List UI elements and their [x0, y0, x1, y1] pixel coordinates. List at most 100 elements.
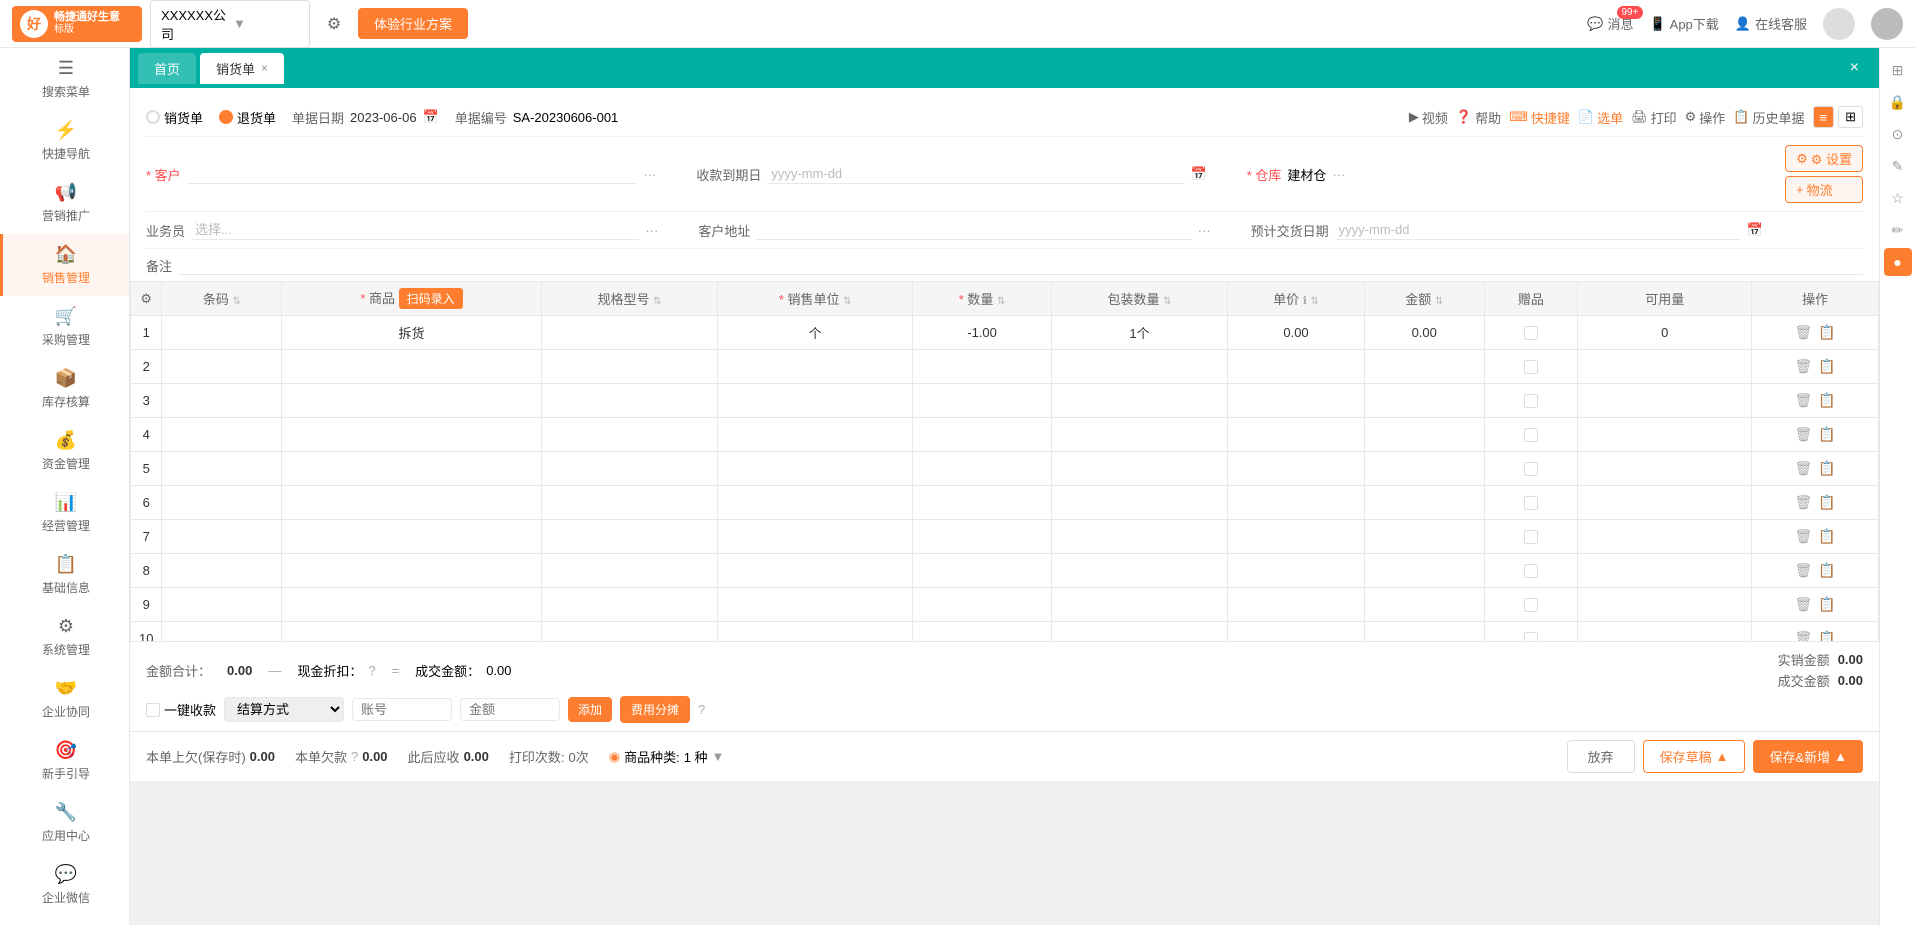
delete-icon[interactable]: 🗑 — [1795, 630, 1813, 641]
delete-icon[interactable]: 🗑 — [1795, 426, 1813, 443]
right-panel-btn-4[interactable]: ✎ — [1884, 152, 1912, 180]
cell-gift[interactable] — [1484, 316, 1578, 350]
radio-sales-order[interactable]: 销货单 — [146, 108, 203, 127]
copy-icon[interactable]: 📋 — [1818, 562, 1835, 579]
remarks-input[interactable] — [178, 255, 1863, 275]
ops-btn[interactable]: ⚙ 操作 — [1685, 108, 1726, 127]
cash-discount-help-icon[interactable]: ? — [368, 663, 375, 678]
select-order-btn[interactable]: 📄 选单 — [1578, 108, 1623, 127]
cell-unit[interactable]: 个 — [718, 316, 913, 350]
sidebar-item-members[interactable]: 👑 畅会员 — [0, 916, 129, 925]
sidebar-item-wechat[interactable]: 💬 企业微信 — [0, 854, 129, 916]
fee-help-icon[interactable]: ? — [698, 702, 705, 717]
delete-icon[interactable]: 🗑 — [1795, 596, 1813, 613]
discard-button[interactable]: 放弃 — [1567, 740, 1635, 773]
delete-icon[interactable]: 🗑 — [1795, 324, 1813, 341]
delete-icon[interactable]: 🗑 — [1795, 528, 1813, 545]
cell-spec[interactable] — [541, 316, 717, 350]
copy-icon[interactable]: 📋 — [1818, 630, 1835, 641]
delete-icon[interactable]: 🗑 — [1795, 358, 1813, 375]
copy-icon[interactable]: 📋 — [1818, 460, 1835, 477]
warehouse-more-icon[interactable]: ··· — [1332, 167, 1345, 182]
one-click-pay-checkbox[interactable]: 一键收款 — [146, 700, 216, 719]
delete-icon[interactable]: 🗑 — [1795, 392, 1813, 409]
copy-icon[interactable]: 📋 — [1818, 494, 1835, 511]
save-new-button[interactable]: 保存&新增 ▲ — [1753, 740, 1863, 773]
copy-icon[interactable]: 📋 — [1818, 324, 1835, 341]
sidebar-item-operations[interactable]: 📊 经营管理 — [0, 482, 129, 544]
right-panel-btn-7[interactable]: ● — [1884, 248, 1912, 276]
sidebar-item-apps[interactable]: 🔧 应用中心 — [0, 792, 129, 854]
shortcut-btn[interactable]: ⌨ 快捷键 — [1509, 108, 1570, 127]
amount-input[interactable] — [460, 698, 560, 721]
online-service-button[interactable]: 👤 在线客服 — [1735, 14, 1807, 33]
logistics-button[interactable]: + 物流 — [1785, 176, 1863, 203]
copy-icon[interactable]: 📋 — [1818, 528, 1835, 545]
sidebar-item-collab[interactable]: 🤝 企业协同 — [0, 668, 129, 730]
sidebar-item-finance[interactable]: 💰 资金管理 — [0, 420, 129, 482]
bill-owe-help-icon[interactable]: ? — [351, 749, 358, 764]
video-btn[interactable]: ▶ 视频 — [1409, 108, 1448, 127]
sidebar-item-basics[interactable]: 📋 基础信息 — [0, 544, 129, 606]
col-settings[interactable]: ⚙ — [131, 282, 162, 316]
expected-date-calendar-icon[interactable]: 📅 — [1747, 222, 1763, 238]
history-btn[interactable]: 📋 历史单据 — [1733, 108, 1804, 127]
print-btn[interactable]: 🖨 打印 — [1631, 108, 1677, 127]
trial-button[interactable]: 体验行业方案 — [358, 8, 468, 39]
copy-icon[interactable]: 📋 — [1818, 426, 1835, 443]
tab-home[interactable]: 首页 — [138, 53, 196, 84]
copy-icon[interactable]: 📋 — [1818, 392, 1835, 409]
cell-unit-price[interactable]: 0.00 — [1228, 316, 1365, 350]
add-payment-button[interactable]: 添加 — [568, 697, 612, 722]
cell-amount[interactable]: 0.00 — [1364, 316, 1484, 350]
calendar-icon[interactable]: 📅 — [423, 109, 439, 125]
delete-icon[interactable]: 🗑 — [1795, 460, 1813, 477]
cell-product[interactable]: 拆货 — [282, 316, 542, 350]
sidebar-item-marketing[interactable]: 📢 营销推广 — [0, 172, 129, 234]
receive-date-calendar-icon[interactable]: 📅 — [1191, 166, 1207, 182]
right-panel-btn-6[interactable]: ✏ — [1884, 216, 1912, 244]
avatar2[interactable] — [1871, 8, 1903, 40]
cell-pack-qty[interactable]: 1个 — [1051, 316, 1227, 350]
scan-button[interactable]: 扫码录入 — [399, 288, 463, 309]
sidebar-item-sales[interactable]: 🏠 销售管理 — [0, 234, 129, 296]
customer-addr-input[interactable] — [756, 220, 1191, 240]
right-panel-btn-5[interactable]: ☆ — [1884, 184, 1912, 212]
calc-method-select[interactable]: 结算方式 — [224, 697, 344, 722]
sidebar-item-purchase[interactable]: 🛒 采购管理 — [0, 296, 129, 358]
grid-view-btn[interactable]: ⊞ — [1838, 106, 1863, 128]
sidebar-item-inventory[interactable]: 📦 库存核算 — [0, 358, 129, 420]
help-btn[interactable]: ❓ 帮助 — [1456, 108, 1501, 127]
sidebar-item-quick-nav[interactable]: ⚡ 快捷导航 — [0, 110, 129, 172]
avatar[interactable] — [1823, 8, 1855, 40]
fee-split-button[interactable]: 费用分摊 — [620, 696, 690, 723]
cell-barcode[interactable] — [162, 316, 282, 350]
customer-more-icon[interactable]: ··· — [643, 167, 656, 182]
right-panel-btn-1[interactable]: ⊞ — [1884, 56, 1912, 84]
right-panel-btn-2[interactable]: 🔒 — [1884, 88, 1912, 116]
salesperson-input[interactable] — [191, 220, 639, 240]
settings-icon[interactable]: ⚙ — [318, 8, 350, 40]
close-tab-right-icon[interactable]: × — [1838, 59, 1871, 77]
sidebar-item-guide[interactable]: 🎯 新手引导 — [0, 730, 129, 792]
setting-button[interactable]: ⚙ ⚙ 设置 — [1785, 145, 1863, 172]
list-view-btn[interactable]: ≡ — [1813, 106, 1835, 128]
copy-icon[interactable]: 📋 — [1818, 596, 1835, 613]
company-selector[interactable]: XXXXXX公司 ▼ — [150, 0, 310, 48]
message-button[interactable]: 💬 消息 99+ — [1587, 14, 1633, 33]
sidebar-item-search[interactable]: ☰ 搜索菜单 — [0, 48, 129, 110]
account-input[interactable] — [352, 698, 452, 721]
tab-close-icon[interactable]: × — [261, 61, 268, 75]
receive-date-input[interactable] — [767, 164, 1184, 184]
save-draft-button[interactable]: 保存草稿 ▲ — [1643, 740, 1746, 773]
app-download-button[interactable]: 📱 App下载 — [1649, 14, 1718, 33]
delete-icon[interactable]: 🗑 — [1795, 494, 1813, 511]
delete-icon[interactable]: 🗑 — [1795, 562, 1813, 579]
tab-sales-order[interactable]: 销货单 × — [200, 53, 284, 84]
cell-quantity[interactable]: -1.00 — [913, 316, 1052, 350]
copy-icon[interactable]: 📋 — [1818, 358, 1835, 375]
expected-date-input[interactable] — [1335, 220, 1741, 240]
salesperson-more-icon[interactable]: ··· — [645, 223, 658, 238]
customer-input[interactable] — [187, 164, 638, 184]
right-panel-btn-3[interactable]: ⊙ — [1884, 120, 1912, 148]
